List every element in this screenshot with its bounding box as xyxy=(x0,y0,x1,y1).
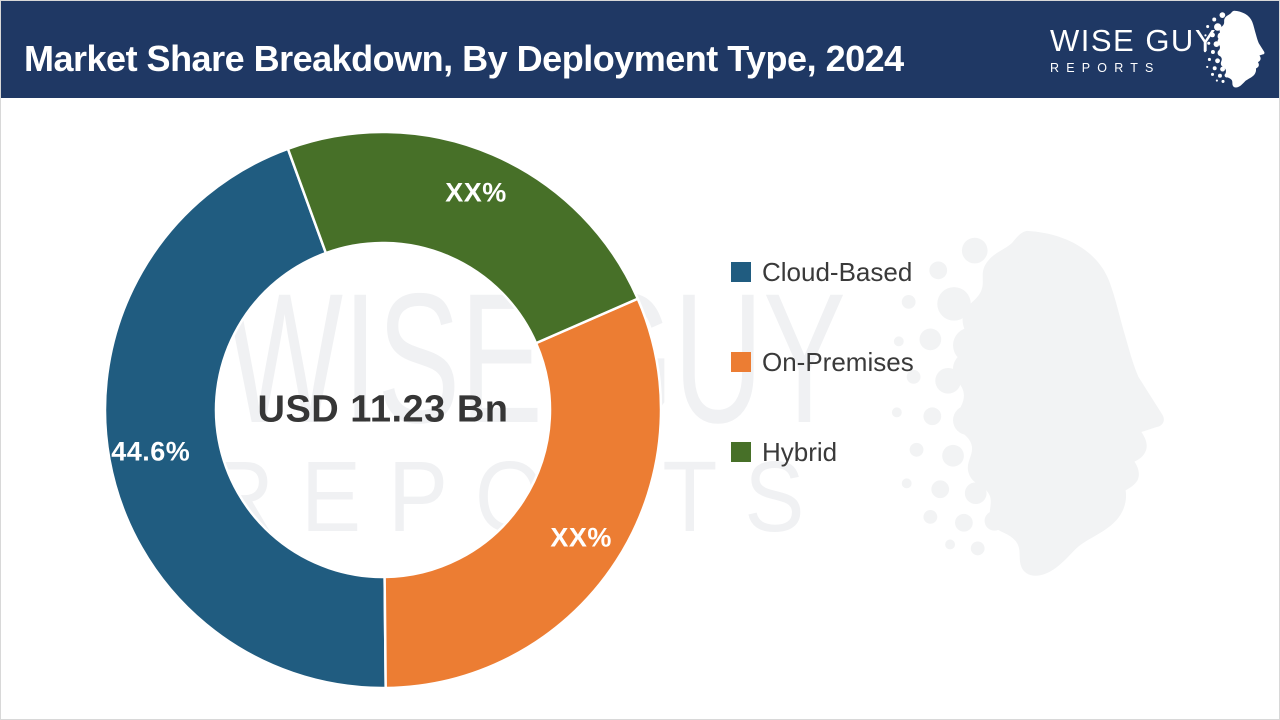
legend-item-on-premises: On-Premises xyxy=(731,346,914,378)
chart-legend: Cloud-Based On-Premises Hybrid xyxy=(731,256,914,468)
brand-subtitle: REPORTS xyxy=(1049,61,1161,75)
brand-logo: WISE GUY REPORTS xyxy=(1050,9,1267,88)
donut-center-value: USD 11.23 Bn xyxy=(257,388,509,431)
page-title: Market Share Breakdown, By Deployment Ty… xyxy=(24,38,904,79)
legend-swatch-on-premises xyxy=(731,352,751,372)
report-chart-page: WISE GUY REPORTS 44.6% XX% XX% USD 11.23 B… xyxy=(0,0,1280,720)
slice-data-label: XX% xyxy=(445,177,507,208)
legend-label: Cloud-Based xyxy=(762,257,913,287)
legend-label: Hybrid xyxy=(762,437,838,467)
legend-label: On-Premises xyxy=(762,347,914,377)
legend-swatch-hybrid xyxy=(731,442,751,462)
slice-data-label: 44.6% xyxy=(111,436,191,467)
legend-item-hybrid: Hybrid xyxy=(731,436,914,468)
brand-name: WISE GUY xyxy=(1049,23,1217,58)
donut-slice-on-premises xyxy=(383,297,663,690)
legend-swatch-cloud-based xyxy=(731,262,751,282)
donut-chart xyxy=(103,130,663,690)
legend-item-cloud-based: Cloud-Based xyxy=(731,256,914,288)
slice-data-label: XX% xyxy=(550,522,612,553)
brand-face-icon xyxy=(1203,10,1265,88)
donut-slice-hybrid xyxy=(286,130,639,345)
header-bar: Market Share Breakdown, By Deployment Ty… xyxy=(1,1,1279,98)
brand-logo-text: WISE GUY REPORTS xyxy=(1050,25,1217,75)
